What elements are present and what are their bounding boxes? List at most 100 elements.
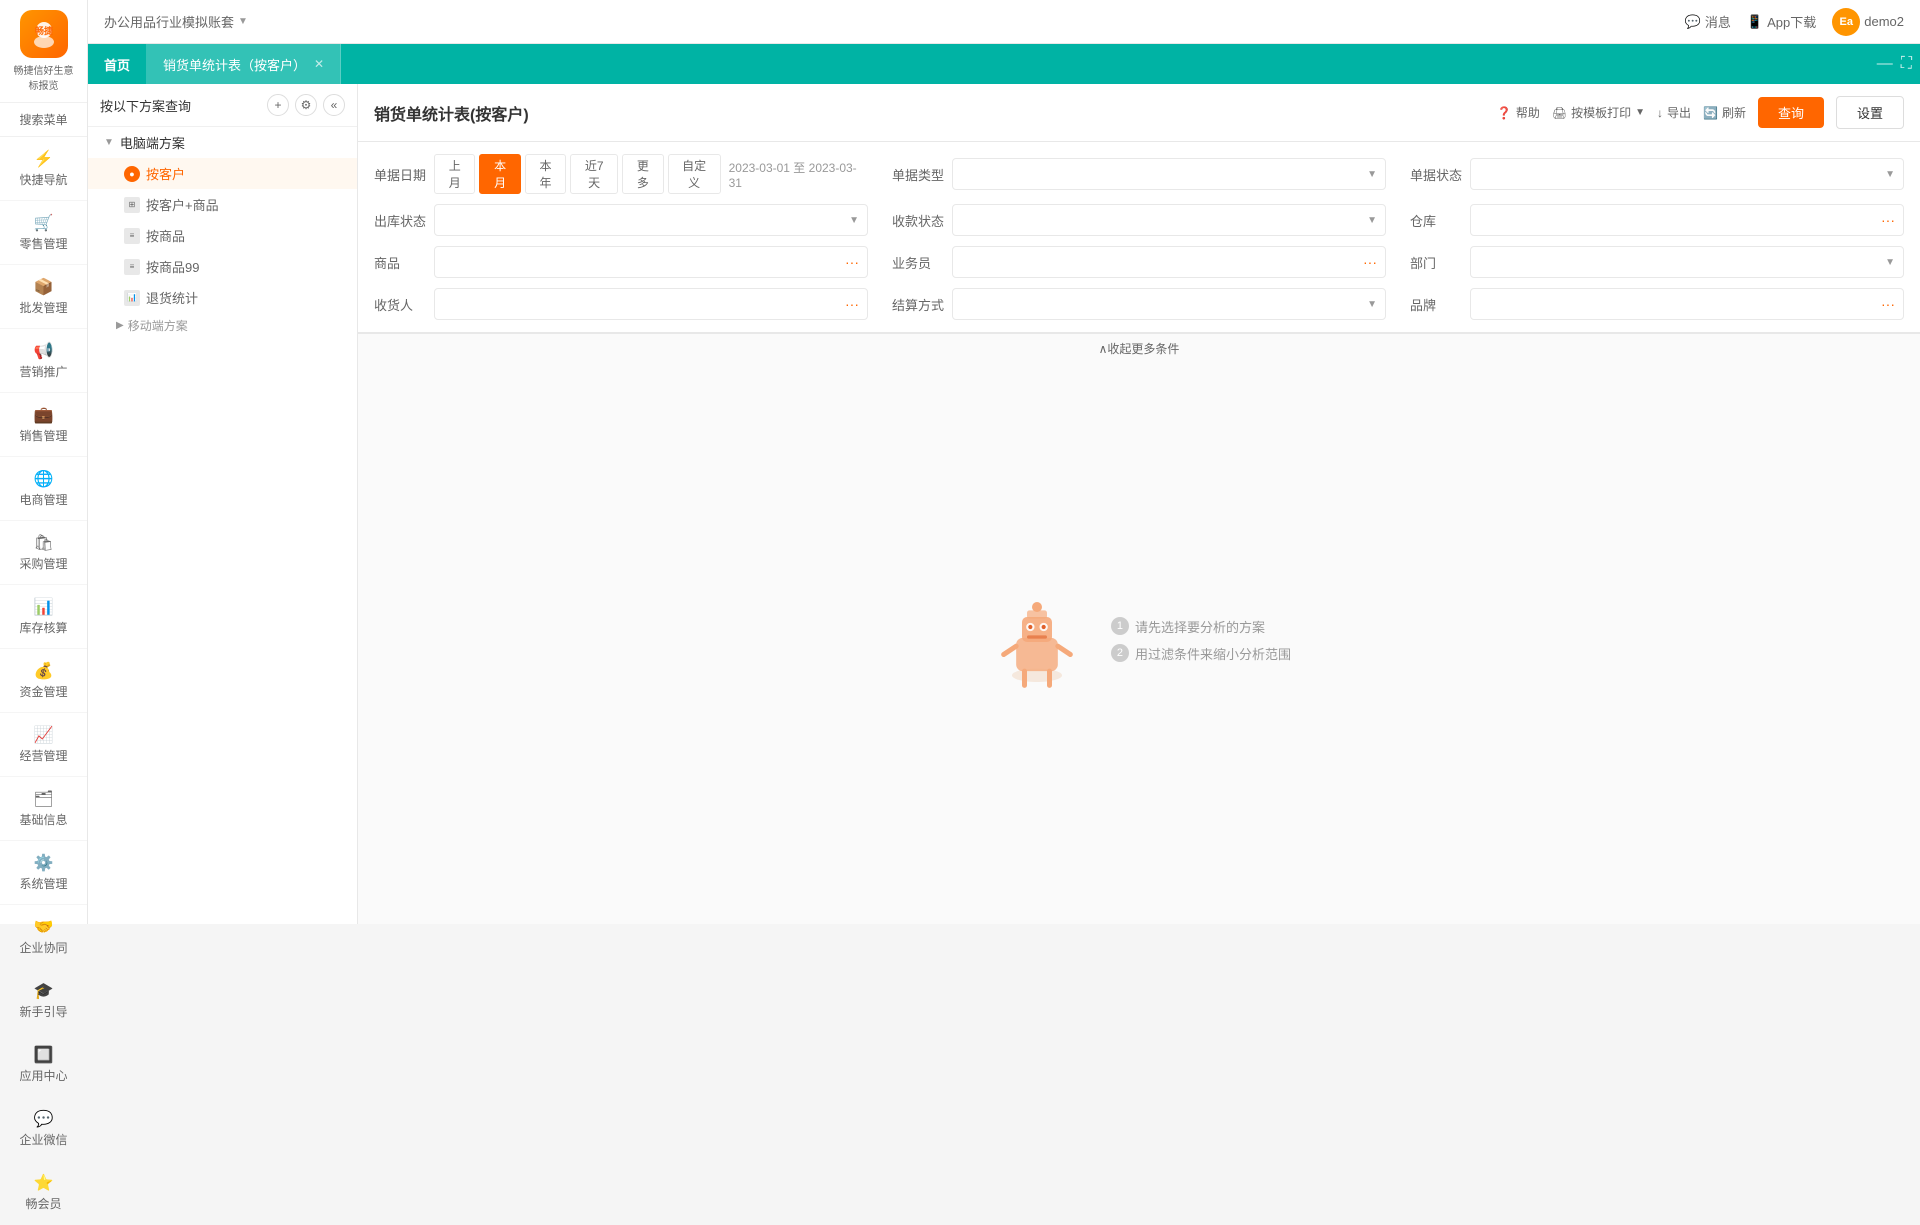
filter-order-status: 单据状态 ▼ [1410, 158, 1904, 190]
tree-child-goods99[interactable]: ≡ 按商品99 [88, 251, 357, 282]
sidebar-item-vip[interactable]: ⭐ 畅会员 [0, 1161, 87, 1225]
order-type-select[interactable]: ▼ [952, 158, 1386, 190]
app-download-button[interactable]: 📱 App下载 [1747, 12, 1816, 31]
tree-child-return-stats[interactable]: 📊 退货统计 [88, 282, 357, 313]
purchase-icon: 🛍 [4, 533, 83, 553]
tab-close-icon[interactable]: ✕ [314, 57, 324, 71]
tab-home-label: 首页 [104, 55, 130, 74]
app-icon: 📱 [1747, 14, 1763, 30]
main-area: 办公用品行业模拟账套 ▼ 💬 消息 📱 App下载 Ea demo2 [88, 0, 1920, 924]
receiver-label: 收货人 [374, 295, 434, 314]
date-more[interactable]: 更多 [622, 154, 663, 194]
tree-section-mobile[interactable]: ▶ 移动端方案 [88, 313, 357, 338]
page-header: 销货单统计表(按客户) ❓ 帮助 🖨 按模板打印 ▼ ↓ [358, 84, 1920, 142]
receiver-select[interactable]: ··· [434, 288, 868, 320]
out-status-select[interactable]: ▼ [434, 204, 868, 236]
settle-select[interactable]: ▼ [952, 288, 1386, 320]
sidebar-search[interactable]: 搜索菜单 [0, 103, 87, 137]
inventory-label: 库存核算 [4, 619, 83, 636]
goods99-label: 按商品99 [146, 257, 199, 276]
warehouse-dots: ··· [1881, 212, 1895, 228]
tree-child-by-goods[interactable]: ≡ 按商品 [88, 220, 357, 251]
date-last-month[interactable]: 上月 [434, 154, 475, 194]
refresh-label: 刷新 [1722, 104, 1746, 121]
basic-icon: 🗂 [4, 789, 83, 809]
export-button[interactable]: ↓ 导出 [1657, 104, 1691, 121]
sidebar-item-wechat[interactable]: 💬 企业微信 [0, 1097, 87, 1161]
sidebar-item-purchase[interactable]: 🛍 采购管理 [0, 521, 87, 585]
collapse-panel-button[interactable]: « [323, 94, 345, 116]
add-scheme-button[interactable]: + [267, 94, 289, 116]
brand-select[interactable]: ··· [1470, 288, 1904, 320]
account-dropdown[interactable]: 办公用品行业模拟账套 ▼ [104, 12, 248, 31]
empty-tip-1: 1 请先选择要分析的方案 [1111, 617, 1291, 636]
filter-order-type: 单据类型 ▼ [892, 158, 1386, 190]
tree-section-desktop[interactable]: ▼ 电脑端方案 [88, 127, 357, 158]
query-button[interactable]: 查询 [1758, 97, 1824, 128]
wholesale-label: 批发管理 [4, 299, 83, 316]
filter-row-1: 单据日期 上月 本月 本年 近7天 更多 自定义 20 [374, 154, 1904, 194]
filter-brand: 品牌 ··· [1410, 288, 1904, 320]
goods-select[interactable]: ··· [434, 246, 868, 278]
search-label[interactable]: 搜索菜单 [19, 113, 67, 127]
tab-sales-report-label: 销货单统计表（按客户） [163, 55, 306, 74]
by-customer-label: 按客户 [146, 164, 185, 183]
out-status-arrow: ▼ [849, 215, 859, 226]
date-this-year[interactable]: 本年 [525, 154, 566, 194]
sidebar-item-newbie[interactable]: 🎓 新手引导 [0, 969, 87, 1033]
tab-home[interactable]: 首页 [88, 44, 147, 84]
order-status-select[interactable]: ▼ [1470, 158, 1904, 190]
print-icon: 🖨 [1552, 106, 1567, 120]
salesperson-select[interactable]: ··· [952, 246, 1386, 278]
sidebar-item-wholesale[interactable]: 📦 批发管理 [0, 265, 87, 329]
by-goods-icon: ≡ [124, 228, 140, 244]
filter-row-4: 收货人 ··· 结算方式 ▼ [374, 288, 1904, 320]
help-button[interactable]: ❓ 帮助 [1497, 104, 1540, 121]
department-select[interactable]: ▼ [1470, 246, 1904, 278]
refresh-button[interactable]: 🔄 刷新 [1703, 104, 1746, 121]
logo-subtext: 标报览 [8, 77, 79, 92]
receive-status-select[interactable]: ▼ [952, 204, 1386, 236]
sidebar-item-operation[interactable]: 📈 经营管理 [0, 713, 87, 777]
tab-sales-report[interactable]: 销货单统计表（按客户） ✕ [147, 44, 341, 84]
sidebar-item-quicknav[interactable]: ⚡ 快捷导航 [0, 137, 87, 201]
sidebar-item-cooperation[interactable]: 🤝 企业协同 [0, 905, 87, 969]
tree-child-by-customer[interactable]: ● 按客户 [88, 158, 357, 189]
sidebar-item-finance[interactable]: 💰 资金管理 [0, 649, 87, 713]
right-panel: 销货单统计表(按客户) ❓ 帮助 🖨 按模板打印 ▼ ↓ [358, 84, 1920, 924]
filter-department: 部门 ▼ [1410, 246, 1904, 278]
logo-icon: 畅捷 [20, 10, 68, 58]
collapse-filter-button[interactable]: ∧ 收起更多条件 [358, 333, 1920, 363]
sidebar-item-basic[interactable]: 🗂 基础信息 [0, 777, 87, 841]
sidebar-item-marketing[interactable]: 📢 营销推广 [0, 329, 87, 393]
settle-arrow: ▼ [1367, 299, 1377, 310]
tip-num-1: 1 [1111, 617, 1129, 635]
user-profile[interactable]: Ea demo2 [1832, 8, 1904, 36]
filter-out-status: 出库状态 ▼ [374, 204, 868, 236]
order-type-label: 单据类型 [892, 165, 952, 184]
empty-tip-2: 2 用过滤条件来缩小分析范围 [1111, 644, 1291, 663]
print-label: 按模板打印 [1571, 104, 1631, 121]
tree-child-customer-goods[interactable]: ⊞ 按客户+商品 [88, 189, 357, 220]
sidebar-item-retail[interactable]: 🛒 零售管理 [0, 201, 87, 265]
sidebar-item-system[interactable]: ⚙️ 系统管理 [0, 841, 87, 905]
warehouse-select[interactable]: ··· [1470, 204, 1904, 236]
sidebar-item-sales[interactable]: 💼 销售管理 [0, 393, 87, 457]
topbar-left: 办公用品行业模拟账套 ▼ [104, 12, 248, 31]
tab-minimize-icon[interactable]: — [1877, 55, 1893, 73]
tab-expand-icon[interactable]: ⛶ [1901, 55, 1912, 73]
sidebar-item-ecommerce[interactable]: 🌐 电商管理 [0, 457, 87, 521]
settings-button[interactable]: 设置 [1836, 96, 1904, 129]
sidebar-item-inventory[interactable]: 📊 库存核算 [0, 585, 87, 649]
content-area: 按以下方案查询 + ⚙ « ▼ [88, 84, 1920, 924]
sidebar-item-appcenter[interactable]: 🔲 应用中心 [0, 1033, 87, 1097]
print-button[interactable]: 🖨 按模板打印 ▼ [1552, 104, 1645, 121]
date-custom[interactable]: 自定义 [668, 154, 721, 194]
message-button[interactable]: 💬 消息 [1685, 12, 1731, 31]
settings-scheme-button[interactable]: ⚙ [295, 94, 317, 116]
refresh-icon: 🔄 [1703, 106, 1718, 120]
department-label: 部门 [1410, 253, 1470, 272]
date-this-month[interactable]: 本月 [479, 154, 520, 194]
date-last-7[interactable]: 近7天 [570, 154, 618, 194]
vip-icon: ⭐ [4, 1173, 83, 1193]
